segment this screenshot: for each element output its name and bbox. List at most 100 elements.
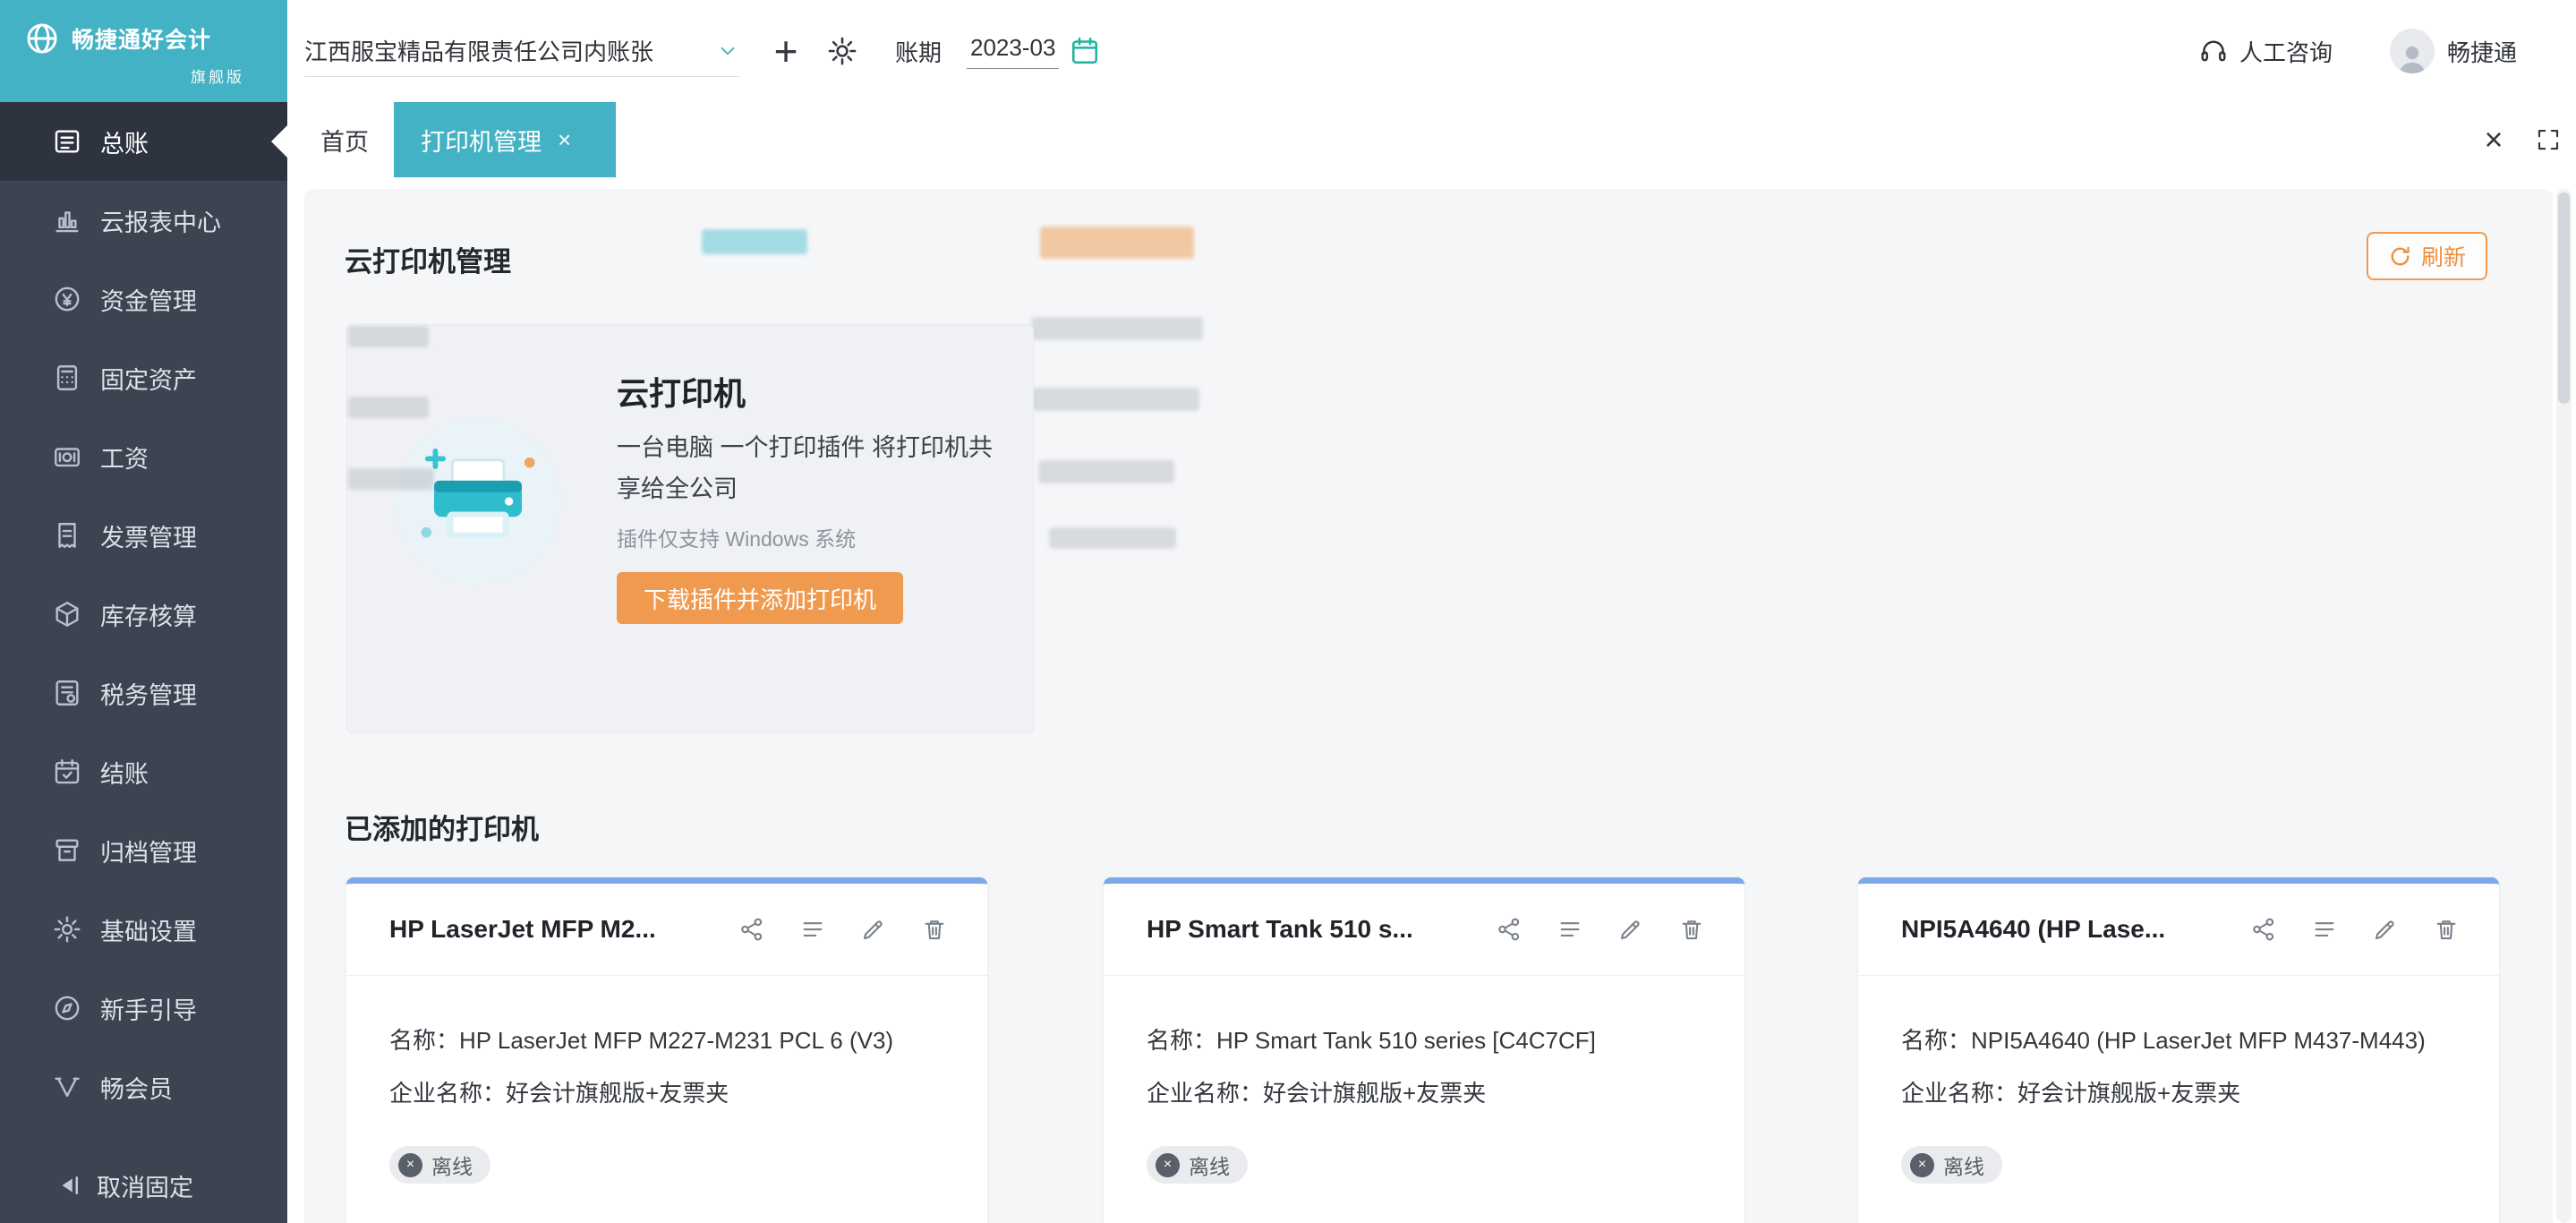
receipt-icon (58, 523, 76, 548)
tab-printer-management[interactable]: 打印机管理 × (394, 102, 616, 177)
share-icon (1498, 918, 1520, 941)
person-icon (2399, 46, 2426, 73)
human-support-button[interactable]: 人工咨询 (2198, 0, 2333, 102)
edit-icon (1620, 920, 1640, 940)
refresh-button[interactable]: 刷新 (2366, 232, 2487, 280)
share-icon (2253, 918, 2274, 941)
list-icon (1560, 922, 1580, 936)
company-selector[interactable]: 江西服宝精品有限责任公司内账张 (304, 25, 739, 77)
period-value-field[interactable]: 2023-03 (967, 0, 1060, 102)
unpin-sidebar-button[interactable]: 取消固定 (0, 1148, 287, 1223)
printer-company-row: 企业名称：好会计旗舰版+友票夹 (1147, 1073, 1702, 1114)
v-member-icon (55, 1077, 80, 1098)
ghost-artifact (1040, 227, 1194, 259)
company-label: 企业名称： (1901, 1080, 2018, 1107)
sidebar-nav: 总账 云报表中心 资金管理 固定资产 工资 发票管理 库存核算 税务管理 结账 … (0, 102, 287, 1223)
sidebar-item-membership[interactable]: 畅会员 (0, 1048, 287, 1126)
cloud-printer-banner: 云打印机 一台电脑 一个打印插件 将打印机共 享给全公司 插件仅支持 Windo… (346, 324, 1034, 733)
status-badge: × 离线 (389, 1146, 490, 1184)
share-button[interactable] (2250, 916, 2277, 943)
tab-home[interactable]: 首页 (320, 102, 369, 177)
sidebar-item-label: 税务管理 (100, 681, 197, 709)
delete-button[interactable] (1678, 916, 1705, 943)
banner-description-line1: 一台电脑 一个打印插件 将打印机共 (617, 434, 994, 461)
chevron-down-icon (721, 47, 735, 55)
sidebar-item-beginner-guide[interactable]: 新手引导 (0, 969, 287, 1048)
offline-icon: × (1156, 1152, 1180, 1177)
detail-list-button[interactable] (799, 916, 826, 943)
sidebar-item-cloud-reports[interactable]: 云报表中心 (0, 181, 287, 260)
list-icon (803, 922, 823, 936)
scrollbar-track[interactable] (2556, 189, 2572, 1223)
gear-icon (828, 37, 857, 65)
fullscreen-button[interactable] (2533, 102, 2563, 177)
sidebar-item-label: 库存核算 (100, 603, 197, 630)
close-tabs-button[interactable]: × (2478, 102, 2510, 177)
tab-label: 打印机管理 (421, 128, 542, 156)
tab-close-icon[interactable]: × (558, 126, 571, 154)
company-label: 企业名称： (1147, 1080, 1264, 1107)
sidebar-item-payroll[interactable]: 工资 (0, 417, 287, 496)
sidebar-item-basic-settings[interactable]: 基础设置 (0, 890, 287, 969)
status-text: 离线 (1189, 1155, 1230, 1178)
period-label: 账期 (895, 38, 943, 66)
sidebar-item-archive[interactable]: 归档管理 (0, 811, 287, 890)
edit-button[interactable] (1617, 916, 1644, 943)
delete-button[interactable] (2433, 916, 2460, 943)
share-button[interactable] (738, 916, 765, 943)
detail-list-button[interactable] (1557, 916, 1583, 943)
sidebar-item-inventory[interactable]: 库存核算 (0, 575, 287, 654)
ledger-icon (55, 130, 80, 153)
banner-description-line2: 享给全公司 (617, 475, 738, 502)
sidebar-item-label: 固定资产 (100, 366, 197, 394)
banknote-icon (55, 448, 80, 467)
printer-company: 好会计旗舰版+友票夹 (506, 1080, 729, 1107)
share-button[interactable] (1496, 916, 1523, 943)
ghost-artifact (1031, 388, 1199, 411)
refresh-icon (2391, 246, 2410, 265)
detail-list-button[interactable] (2311, 916, 2338, 943)
status-text: 离线 (1943, 1155, 1984, 1178)
sidebar-item-general-ledger[interactable]: 总账 (0, 102, 287, 181)
add-account-button[interactable]: + (765, 0, 806, 102)
money-circle-icon (55, 287, 80, 312)
sidebar-item-invoices[interactable]: 发票管理 (0, 496, 287, 575)
page-title: 云打印机管理 (345, 246, 511, 278)
sidebar-item-closing[interactable]: 结账 (0, 732, 287, 811)
headset-icon (2201, 40, 2226, 62)
sidebar-item-funds[interactable]: 资金管理 (0, 260, 287, 338)
collapse-icon (62, 1176, 78, 1194)
edit-button[interactable] (2372, 916, 2399, 943)
sidebar-item-label: 畅会员 (100, 1075, 173, 1103)
sidebar-item-label: 发票管理 (100, 524, 197, 552)
added-printers-heading: 已添加的打印机 (345, 814, 539, 845)
edit-button[interactable] (860, 916, 887, 943)
name-label: 名称： (1901, 1027, 1972, 1054)
settings-gear-button[interactable] (822, 0, 863, 102)
sidebar-item-tax[interactable]: 税务管理 (0, 654, 287, 732)
tax-doc-icon (55, 680, 79, 706)
app-window: 畅捷通好会计 旗舰版 江西服宝精品有限责任公司内账张 + 账期 2023-03 (0, 0, 2576, 1223)
sidebar-item-label: 总账 (100, 130, 149, 158)
banner-description: 一台电脑 一个打印插件 将打印机共 享给全公司 (617, 427, 993, 509)
delete-button[interactable] (921, 916, 948, 943)
printer-company: 好会计旗舰版+友票夹 (1263, 1080, 1487, 1107)
ghost-artifact (348, 397, 429, 418)
sidebar-item-fixed-assets[interactable]: 固定资产 (0, 338, 287, 417)
unpin-label: 取消固定 (97, 1174, 193, 1202)
fullscreen-icon (2538, 129, 2559, 150)
banner-note: 插件仅支持 Windows 系统 (617, 527, 857, 551)
printer-company-row: 企业名称：好会计旗舰版+友票夹 (389, 1073, 944, 1114)
ghost-artifact (1049, 527, 1176, 549)
printer-icon (421, 448, 535, 538)
printer-name-row: 名称：HP LaserJet MFP M227-M231 PCL 6 (V3) (389, 1021, 944, 1061)
user-menu[interactable]: 畅捷通 (2389, 0, 2517, 102)
sidebar-item-label: 结账 (100, 760, 149, 788)
offline-icon: × (1910, 1152, 1934, 1177)
calendar-picker-button[interactable] (1065, 0, 1105, 102)
refresh-label: 刷新 (2420, 245, 2466, 270)
brand-logo: 畅捷通好会计 旗舰版 (0, 0, 287, 102)
download-plugin-button[interactable]: 下载插件并添加打印机 (617, 572, 904, 624)
scrollbar-thumb[interactable] (2558, 192, 2570, 404)
printer-management-page: 云打印机管理 刷新 云打印机 一台电脑 一个打印插件 将打印机共 享给全公司 插… (304, 189, 2553, 1223)
